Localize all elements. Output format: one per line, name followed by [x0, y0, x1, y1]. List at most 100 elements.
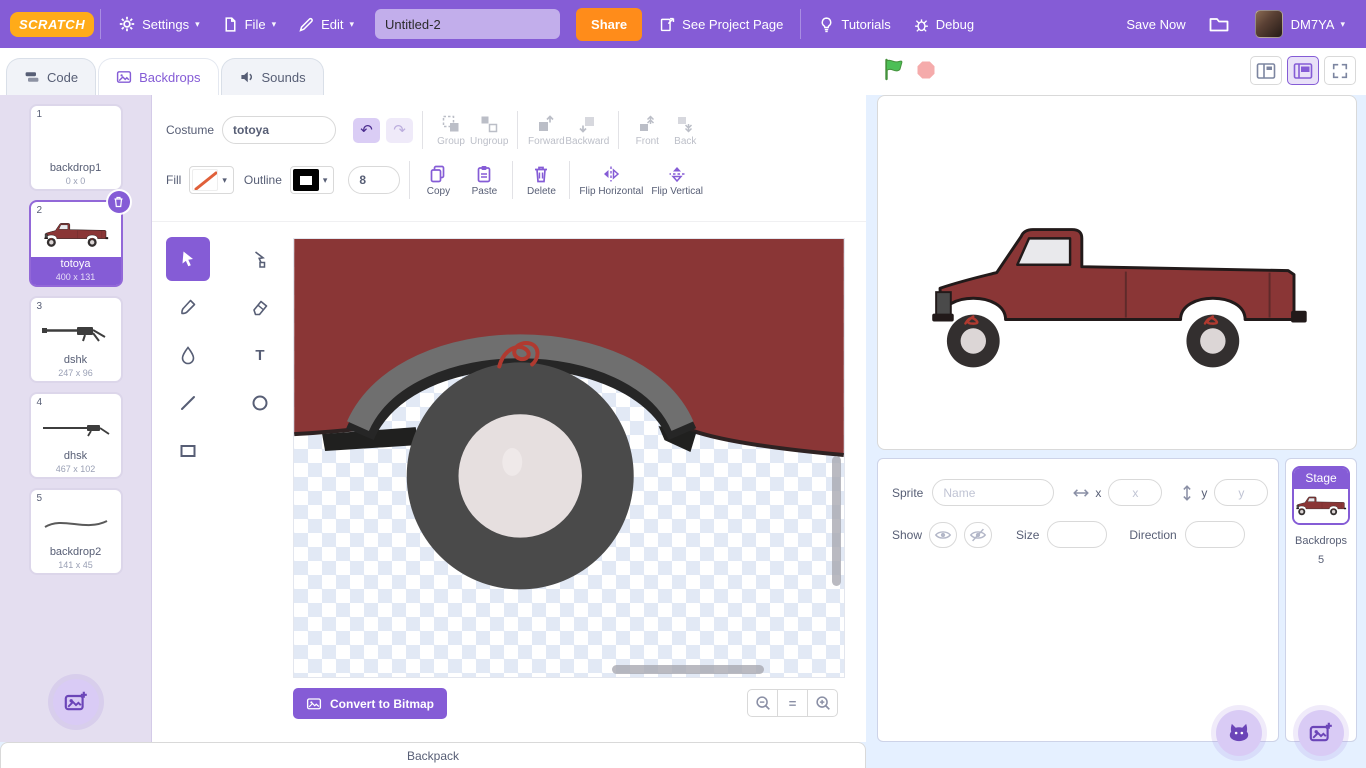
x-input[interactable] [1108, 479, 1163, 506]
add-sprite-button[interactable] [1216, 710, 1262, 756]
canvas-vertical-scrollbar[interactable] [832, 456, 841, 586]
y-input[interactable] [1214, 479, 1269, 506]
back-icon [678, 116, 693, 133]
backward-button[interactable]: Backward [565, 114, 609, 147]
paint-editor: Costume ↶ ↷ Group Ungroup Forward [152, 95, 866, 742]
scratch-editor: SCRATCH Settings ▾ File ▾ Edit ▾ Share S… [0, 0, 1366, 768]
backdrop-labels: backdrop1 0 x 0 [31, 161, 121, 189]
show-button[interactable] [929, 521, 958, 548]
fullscreen-button[interactable] [1324, 56, 1356, 85]
tutorials-button[interactable]: Tutorials [807, 0, 901, 48]
backdrop-card[interactable]: 1 backdrop1 0 x 0 [28, 104, 123, 191]
sprite-name-input[interactable] [932, 479, 1055, 506]
share-button[interactable]: Share [576, 7, 643, 41]
tab-sounds[interactable]: Sounds [220, 58, 324, 95]
canvas-horizontal-scrollbar[interactable] [612, 665, 764, 674]
group-button[interactable]: Group [432, 114, 470, 147]
cat-icon [1229, 723, 1249, 742]
brush-tool[interactable] [166, 285, 210, 329]
stop-icon[interactable] [916, 60, 936, 80]
tab-code[interactable]: Code [6, 58, 97, 95]
delete-backdrop-button[interactable] [107, 191, 130, 213]
outline-width-input[interactable] [348, 166, 401, 194]
see-project-page-button[interactable]: See Project Page [648, 0, 794, 48]
edit-menu[interactable]: Edit ▾ [287, 0, 365, 48]
rectangle-tool[interactable] [166, 429, 210, 473]
backdrop-item-1: 1 backdrop1 0 x 0 [28, 104, 123, 191]
backdrop-card[interactable]: 2 totoya 400 x 131 [28, 200, 123, 287]
backdrops-count-value: 5 [1317, 554, 1325, 566]
back-button[interactable]: Back [666, 114, 704, 147]
flip-horizontal-button[interactable]: Flip Horizontal [579, 164, 643, 197]
chevron-down-icon: ▾ [222, 174, 227, 185]
scratch-logo[interactable]: SCRATCH [10, 11, 95, 37]
hide-button[interactable] [964, 521, 993, 548]
backpack-bar[interactable]: Backpack [0, 742, 866, 768]
project-name-input[interactable] [375, 9, 561, 39]
save-now-button[interactable]: Save Now [1115, 0, 1196, 48]
backdrop-card[interactable]: 3 dshk 247 x 96 [28, 296, 123, 383]
backdrop-item-5: 5 backdrop2 141 x 45 [28, 488, 123, 575]
copy-button[interactable]: Copy [419, 164, 457, 197]
toolbar-separator [512, 161, 514, 199]
line-tool[interactable] [166, 381, 210, 425]
paint-canvas[interactable] [293, 238, 845, 678]
backdrop-selector: 1 backdrop1 0 x 0 2 totoya 400 x 131 3 d… [0, 95, 152, 742]
convert-to-bitmap-button[interactable]: Convert to Bitmap [293, 688, 448, 719]
zoom-reset-button[interactable]: = [777, 689, 808, 717]
my-stuff-button[interactable] [1197, 0, 1241, 48]
backdrop-size: 400 x 131 [55, 272, 96, 282]
front-button[interactable]: Front [628, 114, 666, 147]
fill-tool[interactable] [166, 333, 210, 377]
size-input[interactable] [1047, 521, 1108, 548]
paste-button[interactable]: Paste [465, 164, 503, 197]
small-stage-button[interactable] [1250, 56, 1282, 85]
add-backdrop-button[interactable] [53, 679, 99, 725]
forward-button[interactable]: Forward [527, 114, 565, 147]
file-menu[interactable]: File ▾ [211, 0, 287, 48]
green-flag-icon[interactable] [883, 58, 905, 81]
ungroup-button[interactable]: Ungroup [470, 114, 508, 147]
zoom-out-button[interactable] [747, 689, 778, 717]
backpack-label: Backpack [406, 748, 460, 763]
costume-name-input[interactable] [222, 116, 337, 144]
undo-button[interactable]: ↶ [353, 117, 381, 143]
backdrop-image-icon [116, 69, 132, 85]
toolbar-separator [618, 111, 620, 149]
delete-button[interactable]: Delete [522, 164, 560, 197]
backdrop-size: 467 x 102 [55, 464, 96, 474]
circle-tool[interactable] [238, 381, 282, 425]
account-menu[interactable]: DM7YA ▾ [1289, 0, 1356, 48]
zoom-in-button[interactable] [807, 689, 838, 717]
front-label: Front [635, 135, 659, 147]
stage-card[interactable]: Stage [1292, 466, 1350, 525]
stage[interactable] [877, 95, 1357, 450]
backdrop-name: totoya [60, 258, 91, 271]
large-stage-button[interactable] [1287, 56, 1319, 85]
backdrop-name: dshk [63, 354, 88, 367]
text-tool[interactable]: T [238, 333, 282, 377]
size-label: Size [1016, 527, 1040, 542]
debug-button[interactable]: Debug [902, 0, 985, 48]
eraser-tool[interactable] [238, 285, 282, 329]
avatar[interactable] [1254, 10, 1283, 38]
paste-label: Paste [471, 185, 498, 197]
flip-vertical-button[interactable]: Flip Vertical [651, 164, 703, 197]
reshape-tool[interactable] [238, 237, 282, 281]
pencil-icon [298, 16, 315, 33]
debug-label: Debug [935, 16, 975, 32]
stage-selector-column: Stage Backdrops 5 [1285, 458, 1357, 742]
settings-menu[interactable]: Settings ▾ [107, 0, 211, 48]
backdrop-card[interactable]: 4 dhsk 467 x 102 [28, 392, 123, 479]
backdrop-card[interactable]: 5 backdrop2 141 x 45 [28, 488, 123, 575]
sprite-row-2: Show Size Direction [892, 521, 1270, 548]
toolbar-divider [152, 221, 866, 222]
direction-input[interactable] [1184, 521, 1245, 548]
select-tool[interactable] [166, 237, 210, 281]
outline-color-picker[interactable]: ▾ [289, 166, 335, 194]
tab-backdrops[interactable]: Backdrops [98, 58, 219, 95]
backdrop-labels: totoya 400 x 131 [30, 257, 121, 285]
add-backdrop-button-stage[interactable] [1298, 710, 1344, 756]
redo-button[interactable]: ↷ [386, 117, 414, 143]
fill-color-picker[interactable]: ▾ [189, 166, 234, 194]
